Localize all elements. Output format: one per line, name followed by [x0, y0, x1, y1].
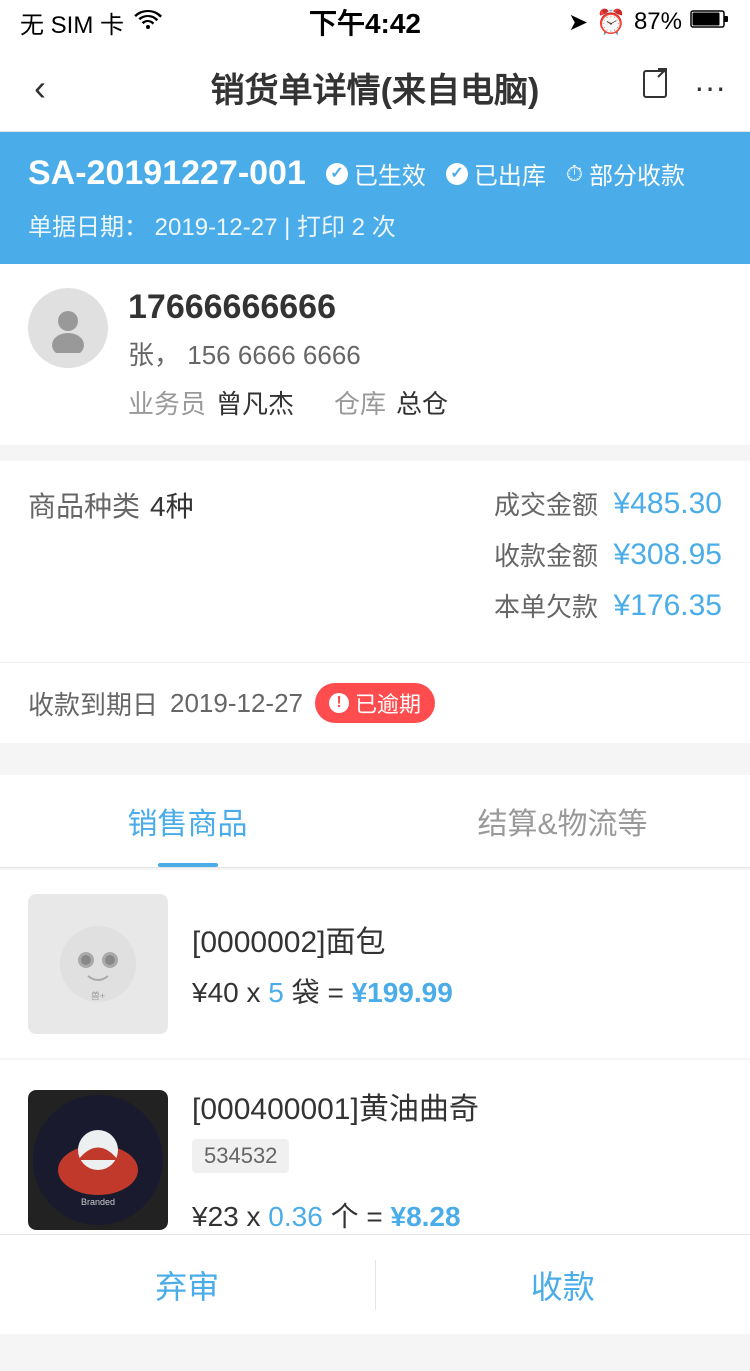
list-item: 兽+ [0000002]面包 ¥40 x 5 袋 = ¥199.99	[0, 870, 750, 1058]
product-price-2: ¥23 x 0.36 个 = ¥8.28	[192, 1195, 722, 1235]
order-id: SA-20191227-001	[28, 154, 306, 193]
product-sku-2: 534532	[192, 1139, 289, 1173]
due-date-label: 收款到期日	[28, 685, 158, 722]
cancel-button[interactable]: 弃审	[0, 1235, 375, 1334]
alarm-icon: ⏰	[596, 8, 626, 37]
status-time: 下午4:42	[309, 2, 421, 42]
avatar	[28, 288, 108, 368]
confirm-button[interactable]: 收款	[376, 1235, 750, 1334]
received-amount-value: ¥308.95	[614, 538, 722, 572]
product-placeholder-1: 兽+	[28, 894, 168, 1034]
clock-icon: ⏱	[566, 161, 583, 187]
product-type-summary: 商品种类 4种	[28, 485, 194, 525]
product-details-2: [000400001]黄油曲奇 534532 ¥23 x 0.36 个 = ¥8…	[192, 1084, 722, 1235]
status-bar: 无 SIM 卡 下午4:42 ➤ ⏰ 87%	[0, 0, 750, 44]
due-date-section: 收款到期日 2019-12-27 ! 已逾期	[0, 662, 750, 743]
battery-text: 87%	[634, 8, 682, 36]
nav-bar: ‹ 销货单详情(来自电脑) ···	[0, 44, 750, 132]
divider-1	[0, 445, 750, 461]
deal-amount-row: 成交金额 ¥485.30	[494, 485, 722, 522]
status-badge-2: ✓ 已出库	[446, 156, 546, 191]
owed-amount-row: 本单欠款 ¥176.35	[494, 587, 722, 624]
product-image-2: Branded	[28, 1090, 168, 1230]
check-icon-1: ✓	[326, 163, 348, 185]
received-amount-row: 收款金额 ¥308.95	[494, 536, 722, 573]
order-date: 单据日期： 2019-12-27 | 打印 2 次	[28, 207, 722, 242]
list-item: Branded [000400001]黄油曲奇 534532 ¥23 x 0.3…	[0, 1060, 750, 1259]
deal-amount-value: ¥485.30	[614, 487, 722, 521]
tabs-section: 销售商品 结算&物流等	[0, 775, 750, 868]
customer-section: 17666666666 张， 156 6666 6666 业务员 曾凡杰 仓库 …	[0, 264, 750, 445]
order-banner: SA-20191227-001 ✓ 已生效 ✓ 已出库 ⏱ 部分收款 单据日期：…	[0, 132, 750, 264]
page-title: 销货单详情(来自电脑)	[211, 63, 540, 112]
wifi-icon	[134, 8, 162, 36]
customer-phone: 张， 156 6666 6666	[128, 335, 722, 372]
carrier-text: 无 SIM 卡	[20, 5, 124, 40]
owed-amount-value: ¥176.35	[614, 589, 722, 623]
customer-info: 17666666666 张， 156 6666 6666 业务员 曾凡杰 仓库 …	[128, 288, 722, 421]
salesperson-meta: 业务员 曾凡杰	[128, 384, 294, 421]
product-price-1: ¥40 x 5 袋 = ¥199.99	[192, 971, 722, 1011]
product-image-1: 兽+	[28, 894, 168, 1034]
product-name-1: [0000002]面包	[192, 917, 722, 961]
check-icon-2: ✓	[446, 163, 468, 185]
more-button[interactable]: ···	[694, 69, 726, 106]
tab-sales-products[interactable]: 销售商品	[0, 775, 375, 867]
product-details-1: [0000002]面包 ¥40 x 5 袋 = ¥199.99	[192, 917, 722, 1011]
svg-text:Branded: Branded	[81, 1197, 115, 1207]
status-badge-1: ✓ 已生效	[326, 156, 426, 191]
svg-text:兽+: 兽+	[91, 990, 105, 1001]
customer-meta: 业务员 曾凡杰 仓库 总仓	[128, 384, 722, 421]
battery-icon	[690, 8, 730, 37]
tab-settlement[interactable]: 结算&物流等	[375, 775, 750, 867]
summary-section: 商品种类 4种 成交金额 ¥485.30 收款金额 ¥308.95 本单欠款 ¥…	[0, 461, 750, 662]
nav-actions: ···	[640, 67, 726, 109]
location-icon: ➤	[568, 8, 588, 37]
bottom-bar: 弃审 收款	[0, 1234, 750, 1334]
tabs: 销售商品 结算&物流等	[0, 775, 750, 867]
money-summary: 成交金额 ¥485.30 收款金额 ¥308.95 本单欠款 ¥176.35	[494, 485, 722, 638]
overdue-badge: ! 已逾期	[315, 683, 435, 723]
product-name-2: [000400001]黄油曲奇	[192, 1084, 722, 1128]
status-right: ➤ ⏰ 87%	[568, 8, 730, 37]
back-button[interactable]: ‹	[24, 57, 56, 119]
due-date-value: 2019-12-27	[170, 688, 303, 719]
share-button[interactable]	[640, 67, 674, 109]
warehouse-meta: 仓库 总仓	[334, 384, 448, 421]
status-badge-3: ⏱ 部分收款	[566, 156, 685, 191]
overdue-icon: !	[329, 693, 349, 713]
status-carrier: 无 SIM 卡	[20, 5, 162, 40]
customer-name: 17666666666	[128, 288, 722, 327]
divider-2	[0, 743, 750, 759]
